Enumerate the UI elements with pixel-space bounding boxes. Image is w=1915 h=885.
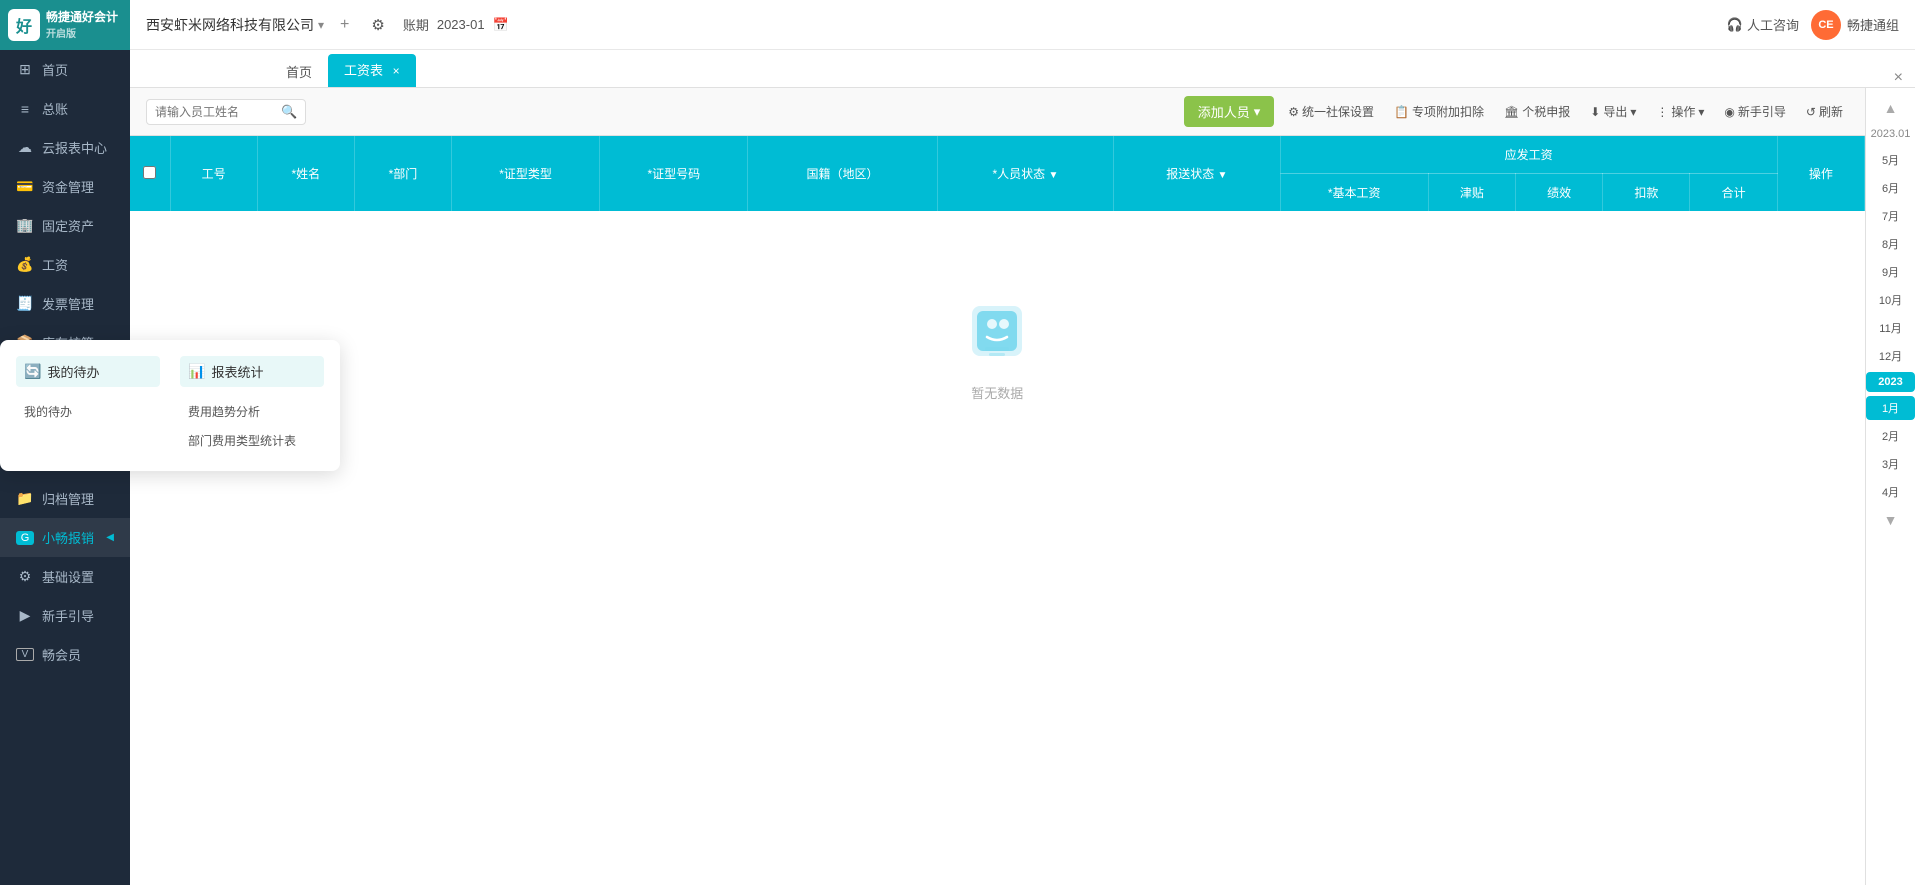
popup-item-todo[interactable]: 我的待办 <box>16 397 160 426</box>
todo-icon: 🔄 <box>24 363 41 380</box>
popup-section: 🔄 我的待办 我的待办 📊 报表统计 费用趋势分析 部门费用类型统计表 <box>16 356 324 455</box>
popup-col-1-title: 🔄 我的待办 <box>16 356 160 387</box>
popup-backdrop: 🔄 我的待办 我的待办 📊 报表统计 费用趋势分析 部门费用类型统计表 <box>0 0 1915 885</box>
popup-col-2: 📊 报表统计 费用趋势分析 部门费用类型统计表 <box>180 356 324 455</box>
popup-col-2-title: 📊 报表统计 <box>180 356 324 387</box>
popup-menu: 🔄 我的待办 我的待办 📊 报表统计 费用趋势分析 部门费用类型统计表 <box>0 340 340 471</box>
popup-item-dept-cost[interactable]: 部门费用类型统计表 <box>180 426 324 455</box>
popup-item-cost-trend[interactable]: 费用趋势分析 <box>180 397 324 426</box>
popup-col-2-label: 报表统计 <box>211 362 263 381</box>
popup-col-1-label: 我的待办 <box>47 362 99 381</box>
report-icon: 📊 <box>188 363 205 380</box>
popup-col-1: 🔄 我的待办 我的待办 <box>16 356 160 455</box>
